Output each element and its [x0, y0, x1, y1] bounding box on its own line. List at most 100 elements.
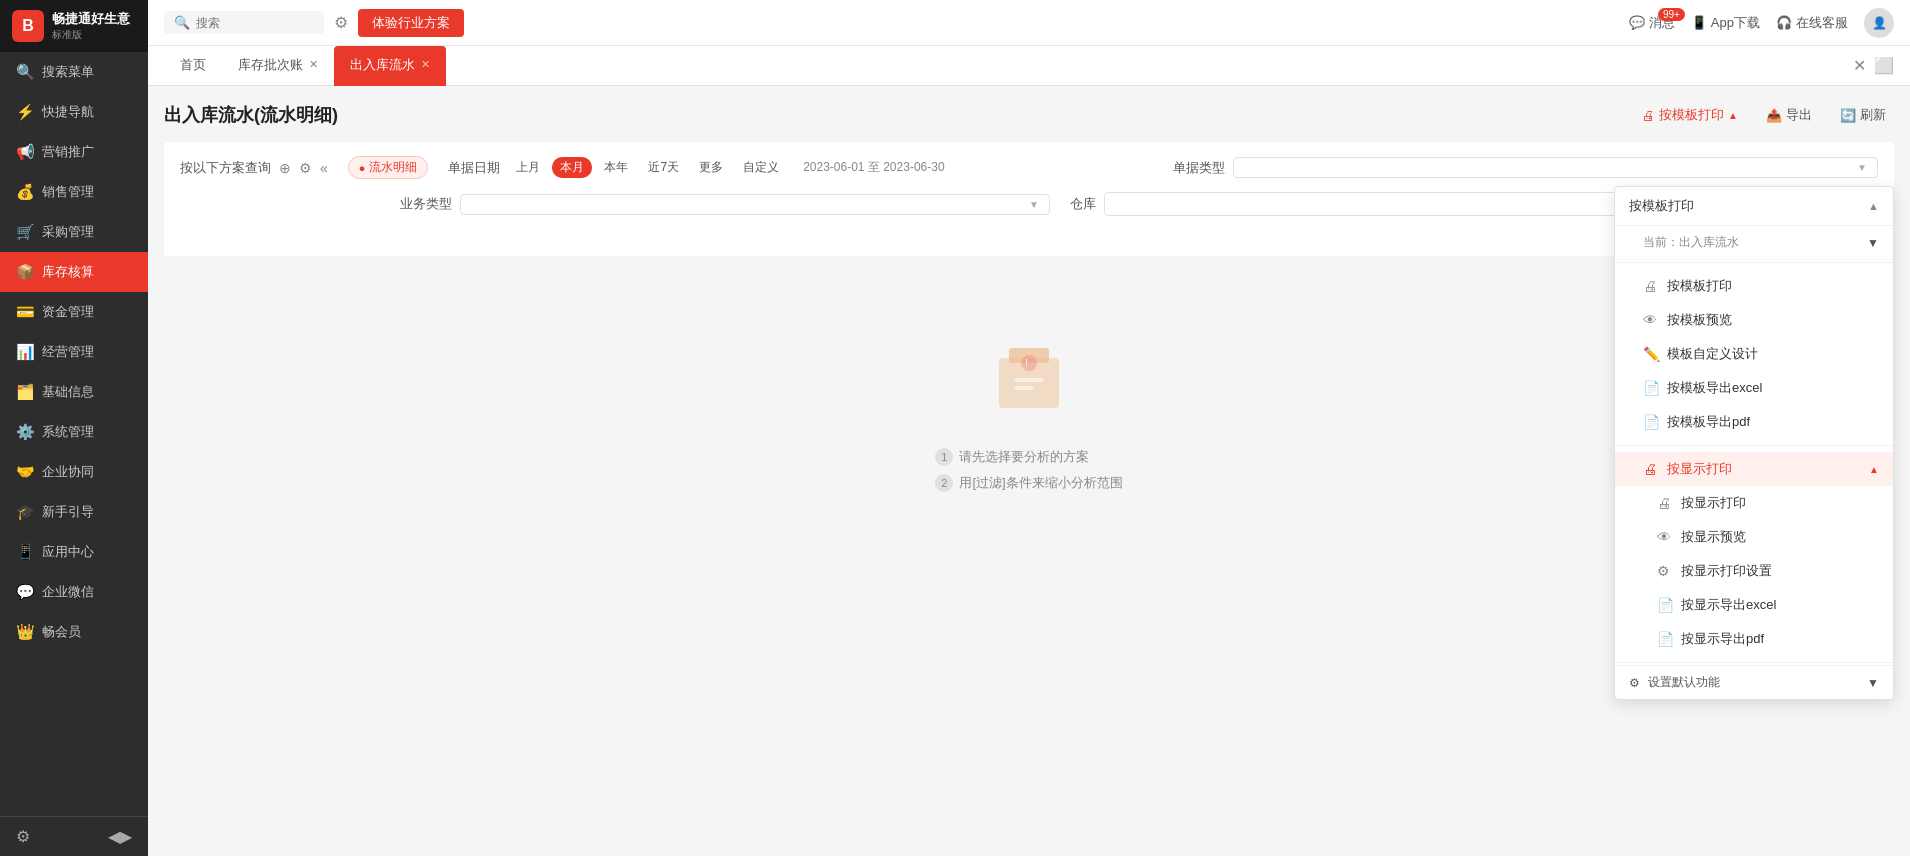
tab-batch[interactable]: 库存批次账 ✕	[222, 46, 334, 86]
sidebar-item-system[interactable]: ⚙️ 系统管理	[0, 412, 148, 452]
doc-type-filter: 单据类型 ▼	[1173, 157, 1878, 178]
sidebar-item-finance[interactable]: 💳 资金管理	[0, 292, 148, 332]
svg-rect-2	[1014, 378, 1044, 382]
dp-item-template-print[interactable]: 🖨 按模板打印	[1615, 269, 1893, 303]
date-tab-prev-month[interactable]: 上月	[508, 157, 548, 178]
svg-point-4	[1021, 355, 1037, 371]
online-service-btn[interactable]: 🎧 在线客服	[1776, 14, 1848, 32]
svg-text:!: !	[1025, 358, 1028, 369]
tabbar-right: ✕ ⬜	[1853, 56, 1894, 75]
print-template-btn[interactable]: 🖨 按模板打印 ▲	[1634, 102, 1746, 128]
filter-tag[interactable]: ● 流水明细	[348, 156, 429, 179]
finance-icon: 💳	[16, 303, 34, 321]
dropdown-footer[interactable]: ⚙ 设置默认功能 ▼	[1615, 665, 1893, 699]
sidebar-item-shortcut[interactable]: ⚡ 快捷导航	[0, 92, 148, 132]
sidebar-item-wechat[interactable]: 💬 企业微信	[0, 572, 148, 612]
filter-collapse-btn[interactable]: «	[320, 160, 328, 176]
settings-default-icon: ⚙	[1629, 676, 1640, 690]
date-tab-year[interactable]: 本年	[596, 157, 636, 178]
topbar: 🔍 ⚙ 体验行业方案 💬 消息 99+ 📱 App下载 🎧 在线客服 👤	[148, 0, 1910, 46]
filter-add-btn[interactable]: ⊕	[279, 160, 291, 176]
empty-tip-2: 2 用[过滤]条件来缩小分析范围	[935, 474, 1122, 492]
user-avatar[interactable]: 👤	[1864, 8, 1894, 38]
tabbar-close-btn[interactable]: ✕	[1853, 56, 1866, 75]
biz-type-select[interactable]: ▼	[460, 194, 1050, 215]
tab-flow-close[interactable]: ✕	[421, 58, 430, 71]
sidebar-item-search[interactable]: 🔍 搜索菜单	[0, 52, 148, 92]
display-settings-icon: ⚙	[1657, 563, 1673, 579]
date-tab-custom[interactable]: 自定义	[735, 157, 787, 178]
refresh-btn[interactable]: 🔄 刷新	[1832, 102, 1894, 128]
inventory-icon: 📦	[16, 263, 34, 281]
tabbar: 首页 库存批次账 ✕ 出入库流水 ✕ ✕ ⬜	[148, 46, 1910, 86]
display-excel-icon: 📄	[1657, 597, 1673, 613]
sidebar-item-guide[interactable]: 🎓 新手引导	[0, 492, 148, 532]
industry-btn[interactable]: 体验行业方案	[358, 9, 464, 37]
avatar-icon: 👤	[1872, 16, 1887, 30]
footer-arrow-icon: ▼	[1867, 676, 1879, 690]
dp-item-template-custom[interactable]: ✏️ 模板自定义设计	[1615, 337, 1893, 371]
display-print-icon: 🖨	[1657, 495, 1673, 511]
shortcut-icon: ⚡	[16, 103, 34, 121]
svg-rect-3	[1014, 386, 1034, 390]
sidebar-item-purchase[interactable]: 🛒 采购管理	[0, 212, 148, 252]
headset-icon: 🎧	[1776, 15, 1792, 30]
date-tab-more[interactable]: 更多	[691, 157, 731, 178]
topbar-left: 🔍 ⚙ 体验行业方案	[164, 9, 464, 37]
doc-type-select[interactable]: ▼	[1233, 157, 1878, 178]
date-range: 2023-06-01 至 2023-06-30	[803, 159, 944, 176]
empty-tip-1: 1 请先选择要分析的方案	[935, 448, 1122, 466]
sidebar-item-collab[interactable]: 🤝 企业协同	[0, 452, 148, 492]
app-download-btn[interactable]: 📱 App下载	[1691, 14, 1760, 32]
doc-type-chevron-icon: ▼	[1857, 162, 1867, 173]
message-btn[interactable]: 💬 消息 99+	[1629, 14, 1675, 32]
dp-item-display-pdf[interactable]: 📄 按显示导出pdf	[1615, 622, 1893, 656]
sidebar-item-appcenter[interactable]: 📱 应用中心	[0, 532, 148, 572]
topbar-right: 💬 消息 99+ 📱 App下载 🎧 在线客服 👤	[1629, 8, 1894, 38]
excel-icon: 📄	[1643, 380, 1659, 396]
date-tab-current-month[interactable]: 本月	[552, 157, 592, 178]
filter-row-1: 按以下方案查询 ⊕ ⚙ « ● 流水明细 单据日期 上月 本月 本年	[180, 156, 1878, 179]
dp-item-template-preview[interactable]: 👁 按模板预览	[1615, 303, 1893, 337]
collapse-sidebar-icon[interactable]: ◀▶	[108, 827, 132, 846]
dp-item-template-pdf[interactable]: 📄 按模板导出pdf	[1615, 405, 1893, 439]
export-icon: 📤	[1766, 108, 1782, 123]
dp-item-display-excel[interactable]: 📄 按显示导出excel	[1615, 588, 1893, 622]
system-icon: ⚙️	[16, 423, 34, 441]
dp-item-template-excel[interactable]: 📄 按模板导出excel	[1615, 371, 1893, 405]
purchase-icon: 🛒	[16, 223, 34, 241]
settings-icon[interactable]: ⚙	[16, 827, 30, 846]
export-btn[interactable]: 📤 导出	[1758, 102, 1820, 128]
content-area: 出入库流水(流水明细) 🖨 按模板打印 ▲ 📤 导出 🔄 刷新	[148, 86, 1910, 856]
guide-icon: 🎓	[16, 503, 34, 521]
display-preview-icon: 👁	[1657, 529, 1673, 545]
tab-batch-close[interactable]: ✕	[309, 58, 318, 71]
topbar-gear-icon[interactable]: ⚙	[334, 13, 348, 32]
search-input[interactable]	[196, 16, 314, 30]
app-logo: B 畅捷通好生意 标准版	[0, 0, 148, 52]
date-tab-7days[interactable]: 近7天	[640, 157, 687, 178]
search-icon: 🔍	[16, 63, 34, 81]
sidebar-item-operations[interactable]: 📊 经营管理	[0, 332, 148, 372]
dropdown-chevron-up-icon[interactable]: ▲	[1868, 200, 1879, 212]
dropdown-current[interactable]: 当前：出入库流水 ▼	[1615, 226, 1893, 260]
biz-type-label: 业务类型	[400, 195, 452, 213]
tabbar-expand-btn[interactable]: ⬜	[1874, 56, 1894, 75]
sidebar-item-member[interactable]: 👑 畅会员	[0, 612, 148, 652]
warehouse-label: 仓库	[1070, 195, 1096, 213]
sidebar-item-basic[interactable]: 🗂️ 基础信息	[0, 372, 148, 412]
filter-settings-btn[interactable]: ⚙	[299, 160, 312, 176]
logo-text: 畅捷通好生意 标准版	[52, 11, 130, 41]
sidebar-item-sales[interactable]: 💰 销售管理	[0, 172, 148, 212]
dp-group-display-print[interactable]: 🖨 按显示打印 ▲	[1615, 452, 1893, 486]
sidebar-item-marketing[interactable]: 📢 营销推广	[0, 132, 148, 172]
dp-item-display-print[interactable]: 🖨 按显示打印	[1615, 486, 1893, 520]
tab-flow[interactable]: 出入库流水 ✕	[334, 46, 446, 86]
collab-icon: 🤝	[16, 463, 34, 481]
dp-item-display-preview[interactable]: 👁 按显示预览	[1615, 520, 1893, 554]
sidebar-item-inventory[interactable]: 📦 库存核算	[0, 252, 148, 292]
dp-item-display-settings[interactable]: ⚙ 按显示打印设置	[1615, 554, 1893, 588]
tab-home[interactable]: 首页	[164, 46, 222, 86]
dropdown-section-1: 🖨 按模板打印 👁 按模板预览 ✏️ 模板自定义设计 📄 按模板导出excel …	[1615, 265, 1893, 443]
page-header: 出入库流水(流水明细) 🖨 按模板打印 ▲ 📤 导出 🔄 刷新	[164, 102, 1894, 128]
